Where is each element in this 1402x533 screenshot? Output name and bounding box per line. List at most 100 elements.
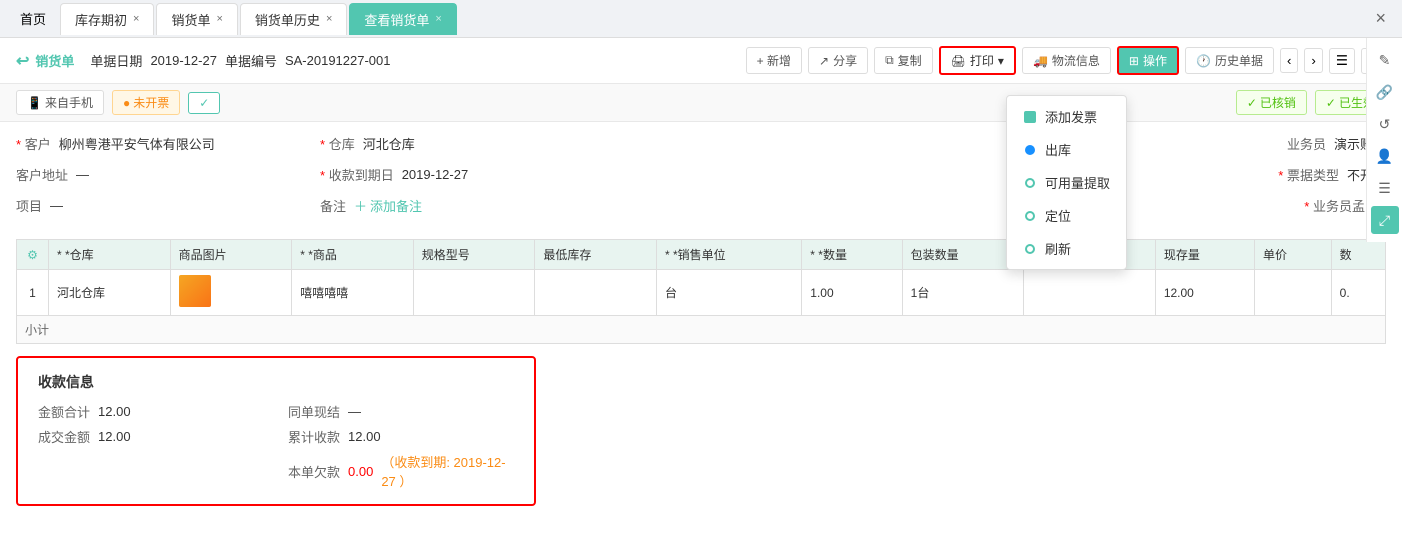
staff2-label: * 业务员孟	[1304, 196, 1365, 215]
form-row-2: 客户地址 — * 收款到期日 2019-12-27 * 票据类型 不开票	[16, 165, 1386, 184]
tab-home[interactable]: 首页	[8, 3, 58, 34]
main-content: ↩ 销货单 单据日期 2019-12-27 单据编号 SA-20191227-0…	[0, 38, 1402, 533]
nav-prev-button[interactable]: ‹	[1280, 48, 1298, 73]
tab-sales-history-close[interactable]: ×	[326, 13, 332, 25]
add-invoice-icon	[1023, 110, 1037, 124]
form-section: * 客户 柳州粤港平安气体有限公司 * 仓库 河北仓库 业务员 演示账号	[0, 122, 1402, 239]
required-star: *	[16, 137, 21, 152]
add-note-button[interactable]: ＋ 添加备注	[354, 196, 422, 215]
customer-value: 柳州粤港平安气体有限公司	[59, 134, 215, 153]
tab-inventory[interactable]: 库存期初 ×	[60, 3, 154, 35]
note-label: 备注	[320, 196, 346, 215]
nav-next-button[interactable]: ›	[1304, 48, 1322, 73]
print-icon: 🖨	[951, 54, 966, 68]
due-date-required: *	[320, 168, 325, 183]
new-button[interactable]: + 新增	[746, 47, 802, 74]
col-img: 商品图片	[170, 240, 292, 270]
cumulative-label: 累计收款	[288, 427, 340, 446]
copy-button[interactable]: ⧉ 复制	[874, 47, 933, 74]
tab-sales-close[interactable]: ×	[216, 13, 222, 25]
col-settings: ⚙	[17, 240, 49, 270]
col-unit: * *销售单位	[656, 240, 801, 270]
not-opened-label: 未开票	[133, 94, 169, 111]
refresh-sidebar-icon[interactable]: ↺	[1371, 110, 1399, 138]
col-other: 数	[1331, 240, 1385, 270]
right-sidebar: ✎ 🔗 ↺ 👤 ☰ ⤢	[1366, 38, 1402, 242]
tab-sales-history[interactable]: 销货单历史 ×	[240, 3, 347, 35]
window-close-button[interactable]: ×	[1367, 4, 1394, 33]
due-date-field: * 收款到期日 2019-12-27	[320, 165, 600, 184]
total-row: 金额合计 12.00	[38, 402, 264, 421]
layout1-button[interactable]: ☰	[1329, 48, 1355, 74]
tab-view-sales-close[interactable]: ×	[435, 13, 441, 25]
payment-info-section: 收款信息 金额合计 12.00 同单现结 — 成交金额 12.00 累计收款 1…	[16, 356, 536, 506]
copy-icon: ⧉	[885, 53, 894, 68]
refresh-item[interactable]: 刷新	[1007, 232, 1126, 265]
cumulative-row: 累计收款 12.00	[288, 427, 514, 446]
row-price	[1254, 270, 1331, 316]
circle-icon: ●	[123, 96, 130, 110]
tab-sales-label: 销货单	[171, 10, 210, 29]
project-field: 项目 —	[16, 196, 296, 215]
header-actions: + 新增 ↗ 分享 ⧉ 复制 🖨 打印 ▾ 🚚 物流信息	[746, 46, 1386, 75]
number-value: SA-20191227-001	[285, 53, 391, 68]
confirm-button[interactable]: ✓	[188, 92, 220, 114]
share-icon: ↗	[819, 54, 829, 68]
subtotal-row: 小计	[17, 316, 1386, 344]
tab-view-sales[interactable]: 查看销货单 ×	[349, 3, 456, 35]
print-button[interactable]: 🖨 打印 ▾	[939, 46, 1016, 75]
print-dropdown-icon: ▾	[998, 54, 1004, 68]
history-label: 历史单据	[1215, 52, 1263, 69]
not-opened-button[interactable]: ● 未开票	[112, 90, 180, 115]
add-invoice-item[interactable]: 添加发票	[1007, 100, 1126, 133]
warehouse-required: *	[320, 137, 325, 152]
address-label: 客户地址	[16, 165, 68, 184]
row-spec	[413, 270, 535, 316]
outbound-item[interactable]: 出库	[1007, 133, 1126, 166]
tab-inventory-label: 库存期初	[75, 10, 127, 29]
refresh-label: 刷新	[1045, 239, 1071, 258]
balance-label: 本单欠款	[288, 462, 340, 481]
plus-icon: ＋	[354, 196, 367, 215]
sold-status-tag: ✓ 已核销	[1236, 90, 1307, 115]
table-section: ⚙ * *仓库 商品图片 * *商品 规格型号 最低库存 * *销售单位 * *…	[0, 239, 1402, 344]
form-row-1: * 客户 柳州粤港平安气体有限公司 * 仓库 河北仓库 业务员 演示账号	[16, 134, 1386, 153]
tab-inventory-close[interactable]: ×	[133, 13, 139, 25]
available-qty-item[interactable]: 可用量提取	[1007, 166, 1126, 199]
number-label: 单据编号	[225, 51, 277, 70]
project-label: 项目	[16, 196, 42, 215]
row-available	[1024, 270, 1156, 316]
settlement-row: 同单现结 —	[288, 402, 514, 421]
total-label: 金额合计	[38, 402, 90, 421]
tab-sales[interactable]: 销货单 ×	[156, 3, 237, 35]
form-row-3: 项目 — 备注 ＋ 添加备注 * 业务员孟 —	[16, 196, 1386, 215]
table-header-row: ⚙ * *仓库 商品图片 * *商品 规格型号 最低库存 * *销售单位 * *…	[17, 240, 1386, 270]
user-sidebar-icon[interactable]: 👤	[1371, 142, 1399, 170]
edit-sidebar-icon[interactable]: ✎	[1371, 46, 1399, 74]
from-mobile-button[interactable]: 📱 来自手机	[16, 90, 104, 115]
balance-value: 0.00	[348, 464, 373, 479]
share-button[interactable]: ↗ 分享	[808, 47, 868, 74]
due-date-label: * 收款到期日	[320, 165, 394, 184]
list-sidebar-icon[interactable]: ☰	[1371, 174, 1399, 202]
operations-button[interactable]: ⊞ 操作	[1117, 46, 1179, 75]
expand-sidebar-icon[interactable]: ⤢	[1371, 206, 1399, 234]
warehouse-field: * 仓库 河北仓库	[320, 134, 600, 153]
address-field: 客户地址 —	[16, 165, 296, 184]
locate-item[interactable]: 定位	[1007, 199, 1126, 232]
link-sidebar-icon[interactable]: 🔗	[1371, 78, 1399, 106]
refresh-icon	[1023, 242, 1037, 256]
due-date-value: 2019-12-27	[402, 167, 469, 182]
check-icon: ✓	[1247, 96, 1257, 110]
warehouse-value: 河北仓库	[363, 134, 415, 153]
transaction-value: 12.00	[98, 429, 131, 444]
available-qty-label: 可用量提取	[1045, 173, 1110, 192]
project-value: —	[50, 198, 63, 213]
ops-label: 操作	[1143, 52, 1167, 69]
tab-sales-history-label: 销货单历史	[255, 10, 320, 29]
customer-field: * 客户 柳州粤港平安气体有限公司	[16, 134, 296, 153]
row-min-stock	[535, 270, 657, 316]
logistics-button[interactable]: 🚚 物流信息	[1022, 47, 1111, 74]
customer-label: * 客户	[16, 134, 51, 153]
history-button[interactable]: 🕐 历史单据	[1185, 47, 1274, 74]
